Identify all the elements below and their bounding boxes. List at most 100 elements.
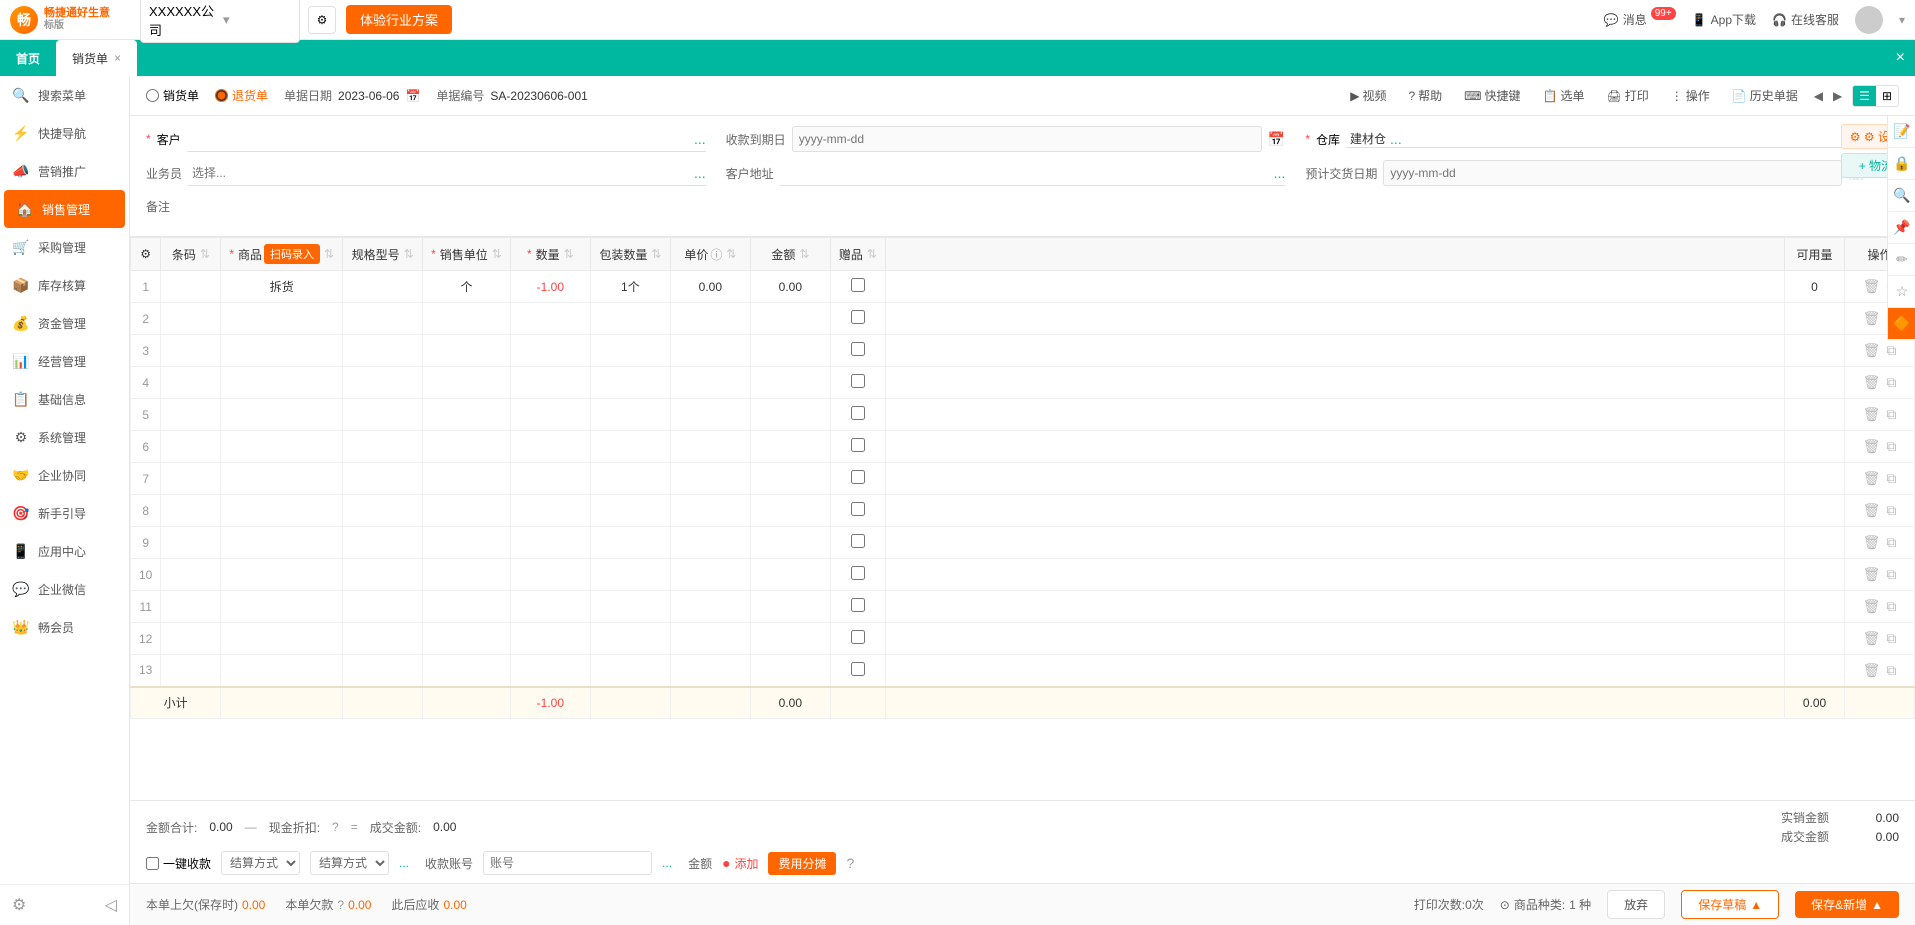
app-download-btn[interactable]: 📱 App下载 — [1692, 11, 1756, 28]
row-gift[interactable] — [830, 623, 885, 655]
row-price[interactable] — [670, 655, 750, 687]
calendar-icon[interactable]: 📅 — [405, 89, 420, 103]
address-input[interactable] — [780, 161, 1274, 185]
grid-view-btn[interactable]: ⊞ — [1876, 86, 1898, 106]
select-order-btn[interactable]: 📋 选单 — [1537, 84, 1591, 107]
th-settings[interactable]: ⚙ — [131, 238, 161, 271]
sidebar-item-operations[interactable]: 📊 经营管理 — [0, 342, 129, 380]
add-btn[interactable]: ● 添加 — [722, 855, 758, 872]
salesman-input-wrapper[interactable]: ... — [188, 161, 706, 186]
row-gift[interactable] — [830, 655, 885, 687]
right-panel-btn-6[interactable]: ☆ — [1888, 276, 1915, 308]
row-qty[interactable] — [510, 495, 590, 527]
row-gift[interactable] — [830, 527, 885, 559]
row-barcode[interactable] — [161, 303, 221, 335]
payment-method-select[interactable]: 结算方式 — [221, 851, 300, 875]
row-pkgqty[interactable] — [590, 367, 670, 399]
row-price[interactable] — [670, 463, 750, 495]
save-draft-btn[interactable]: 保存草稿 ▲ — [1681, 890, 1779, 919]
user-dropdown-icon[interactable]: ▾ — [1899, 13, 1905, 27]
row-pkgqty[interactable] — [590, 527, 670, 559]
abandon-btn[interactable]: 放弃 — [1607, 890, 1665, 919]
row-product[interactable] — [221, 463, 343, 495]
delete-row-btn[interactable]: 🗑 — [1863, 534, 1881, 551]
row-amount[interactable] — [750, 399, 830, 431]
row-gift[interactable] — [830, 367, 885, 399]
copy-row-btn[interactable]: ⧉ — [1886, 438, 1896, 455]
copy-row-btn[interactable]: ⧉ — [1886, 598, 1896, 615]
row-barcode[interactable] — [161, 591, 221, 623]
row-product[interactable] — [221, 335, 343, 367]
sidebar-item-quicknav[interactable]: ⚡ 快捷导航 — [0, 114, 129, 152]
tab-sales[interactable]: 销货单 × — [56, 40, 137, 76]
gift-checkbox[interactable] — [851, 470, 865, 484]
radio-return[interactable]: 退货单 — [215, 87, 268, 104]
user-avatar[interactable] — [1855, 6, 1883, 34]
unit-sort-icon[interactable]: ⇅ — [492, 247, 502, 261]
row-unit[interactable] — [423, 591, 511, 623]
row-barcode[interactable] — [161, 623, 221, 655]
sidebar-item-marketing[interactable]: 📣 营销推广 — [0, 152, 129, 190]
row-amount[interactable] — [750, 335, 830, 367]
right-panel-btn-7[interactable]: 🔶 — [1888, 308, 1915, 340]
due-date-calendar-icon[interactable]: 📅 — [1268, 131, 1285, 148]
row-unit[interactable] — [423, 655, 511, 687]
copy-row-btn[interactable]: ⧉ — [1886, 406, 1896, 423]
customer-input[interactable] — [187, 127, 694, 151]
row-qty[interactable] — [510, 623, 590, 655]
sidebar-item-inventory[interactable]: 📦 库存核算 — [0, 266, 129, 304]
row-unit[interactable] — [423, 623, 511, 655]
row-amount[interactable] — [750, 367, 830, 399]
row-amount[interactable] — [750, 463, 830, 495]
row-amount[interactable] — [750, 623, 830, 655]
row-product[interactable] — [221, 431, 343, 463]
fee-help-icon[interactable]: ? — [846, 855, 854, 871]
row-price[interactable] — [670, 367, 750, 399]
row-product[interactable] — [221, 559, 343, 591]
gift-checkbox[interactable] — [851, 406, 865, 420]
spec-sort-icon[interactable]: ⇅ — [404, 247, 414, 261]
row-barcode[interactable] — [161, 399, 221, 431]
row-unit[interactable] — [423, 335, 511, 367]
row-qty[interactable] — [510, 399, 590, 431]
row-qty[interactable] — [510, 335, 590, 367]
row-gift[interactable] — [830, 303, 885, 335]
row-pkgqty[interactable] — [590, 399, 670, 431]
nav-prev-btn[interactable]: ◀ — [1814, 89, 1823, 103]
history-btn[interactable]: 📄 历史单据 — [1726, 84, 1804, 107]
sidebar-item-search[interactable]: 🔍 搜索菜单 — [0, 76, 129, 114]
company-selector[interactable]: XXXXXX公司 ▾ — [140, 0, 300, 43]
support-btn[interactable]: 🎧 在线客服 — [1772, 11, 1839, 28]
list-view-btn[interactable]: ☰ — [1853, 86, 1876, 106]
copy-row-btn[interactable]: ⧉ — [1886, 630, 1896, 647]
print-btn[interactable]: 🖨 打印 — [1600, 84, 1654, 107]
due-date-input[interactable] — [792, 126, 1262, 152]
row-qty[interactable] — [510, 367, 590, 399]
delete-row-btn[interactable]: 🗑 — [1863, 278, 1881, 295]
row-gift[interactable] — [830, 335, 885, 367]
row-spec[interactable] — [343, 463, 423, 495]
radio-return-input[interactable] — [215, 89, 228, 102]
copy-row-btn[interactable]: ⧉ — [1886, 662, 1896, 679]
row-barcode[interactable] — [161, 495, 221, 527]
row-amount[interactable] — [750, 559, 830, 591]
row-gift[interactable] — [830, 399, 885, 431]
account-ellipsis[interactable]: ... — [662, 856, 672, 870]
right-panel-btn-3[interactable]: 🔍 — [1888, 180, 1915, 212]
row-unit[interactable] — [423, 431, 511, 463]
amount-sort-icon[interactable]: ⇅ — [799, 247, 809, 261]
row-spec[interactable] — [343, 271, 423, 303]
row-spec[interactable] — [343, 303, 423, 335]
delete-row-btn[interactable]: 🗑 — [1863, 630, 1881, 647]
radio-sale[interactable]: 销货单 — [146, 87, 199, 104]
shortcut-btn[interactable]: ⌨ 快捷键 — [1458, 84, 1526, 107]
row-unit[interactable] — [423, 559, 511, 591]
row-barcode[interactable] — [161, 559, 221, 591]
account-input[interactable] — [483, 851, 652, 875]
row-product[interactable] — [221, 527, 343, 559]
row-spec[interactable] — [343, 495, 423, 527]
address-input-wrapper[interactable]: ... — [780, 161, 1286, 186]
delete-row-btn[interactable]: 🗑 — [1863, 310, 1881, 327]
delete-row-btn[interactable]: 🗑 — [1863, 502, 1881, 519]
row-spec[interactable] — [343, 591, 423, 623]
